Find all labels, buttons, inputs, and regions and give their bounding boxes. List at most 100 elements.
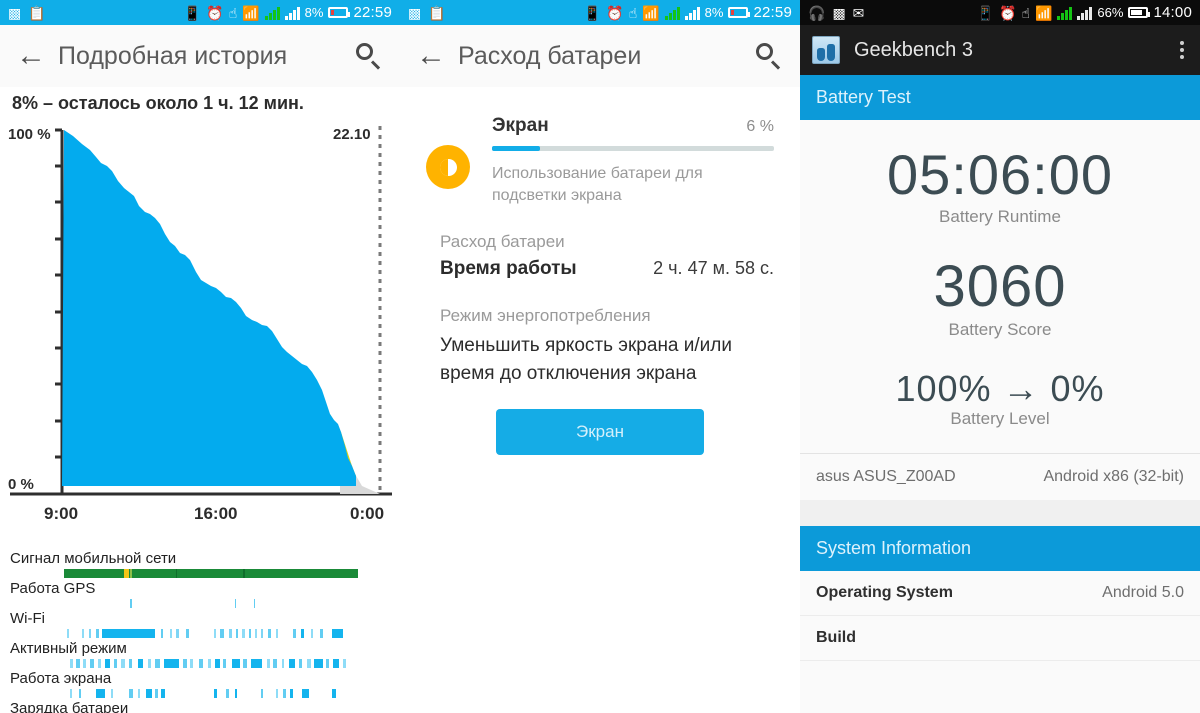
- usage-progress-bar: [492, 146, 774, 151]
- touch-icon: ☝: [628, 4, 638, 21]
- alarm-icon: ⏰: [606, 4, 624, 21]
- seg: [130, 569, 132, 578]
- system-info-row: Operating System Android 5.0: [800, 571, 1200, 617]
- chart-battery-area: [62, 130, 356, 486]
- action-button-row: Экран: [400, 387, 800, 456]
- usage-description: Использование батареи для подсветки экра…: [492, 165, 703, 204]
- battery-chart-svg: 100 % 0 % 22.10: [8, 126, 392, 496]
- device-info-row: asus ASUS_Z00AD Android x86 (32-bit): [800, 454, 1200, 501]
- seg: [64, 569, 358, 578]
- panel-battery-history: ▩ 📋 📱 ⏰ ☝ 📶 8% 22:59 ← Подробная история…: [0, 0, 400, 713]
- search-icon[interactable]: [354, 41, 384, 71]
- status-bar-left: ▩ 📋 📱 ⏰ ☝ 📶 8% 22:59: [0, 0, 400, 25]
- geekbench-icon: [812, 36, 840, 64]
- app-bar-geekbench: Geekbench 3: [800, 25, 1200, 75]
- vibrate-icon: 📱: [976, 4, 995, 21]
- mail-icon: ✉: [852, 4, 865, 21]
- signal-sim1-icon: [264, 6, 280, 20]
- inbox-icon: ▩: [408, 4, 422, 21]
- activity-timeline: Сигнал мобильной сети Работа GPS Wi-Fi А…: [0, 550, 400, 713]
- battery-icon: [728, 7, 751, 18]
- seg: [175, 569, 177, 578]
- battery-percent-label: 8%: [304, 5, 324, 20]
- wifi-icon: 📶: [642, 4, 660, 21]
- seg: [234, 599, 236, 608]
- status-bar-left-icons: ▩ 📋: [408, 6, 446, 20]
- row-track: [64, 659, 358, 668]
- inbox-icon: ▩: [8, 4, 22, 21]
- runtime-row: Время работы 2 ч. 47 м. 58 с.: [400, 252, 800, 280]
- status-clock: 22:59: [353, 4, 392, 21]
- page-title: Расход батареи: [458, 41, 642, 70]
- signal-sim1-icon: [1057, 6, 1073, 20]
- vibrate-icon: 📱: [583, 4, 602, 21]
- row-label: Сигнал мобильной сети: [10, 550, 177, 567]
- row-label: Работа GPS: [10, 580, 96, 597]
- results-gap: [800, 340, 1200, 370]
- chart-x-tick-labels: 9:00 16:00 0:00: [0, 504, 400, 550]
- touch-icon: ☝: [228, 4, 238, 21]
- row-gps: Работа GPS: [0, 580, 400, 610]
- alarm-icon: ⏰: [999, 4, 1017, 21]
- row-label: Зарядка батареи: [10, 700, 129, 713]
- system-info-row: Build: [800, 616, 1200, 662]
- x-tick-0000: 0:00: [350, 504, 385, 523]
- status-bar-right-icons: 📱 ⏰ ☝ 📶 8% 22:59: [584, 4, 792, 21]
- results-gap: [800, 227, 1200, 257]
- headphones-icon: 🎧: [808, 4, 826, 21]
- status-clock: 14:00: [1153, 4, 1192, 21]
- app-bar-mid: ← Расход батареи: [400, 25, 800, 87]
- row-label: Активный режим: [10, 640, 127, 657]
- inbox-icon: ▩: [832, 4, 846, 21]
- battery-percent-label: 8%: [704, 5, 724, 20]
- battery-score-caption: Battery Score: [948, 319, 1052, 339]
- status-bar-right: 🎧 ▩ ✉ 📱 ⏰ ☝ 📶 66% 14:00: [800, 0, 1200, 25]
- section-spacer: [800, 500, 1200, 527]
- consumption-section-label: Расход батареи: [440, 232, 565, 252]
- battery-summary-text: 8% – осталось около 1 ч. 12 мин.: [12, 93, 304, 113]
- usage-progress-fill: [492, 146, 540, 151]
- chart-date-label: 22.10: [333, 126, 371, 143]
- status-bar-mid: ▩ 📋 📱 ⏰ ☝ 📶 8% 22:59: [400, 0, 800, 25]
- seg: [243, 569, 245, 578]
- row-mobile-signal: Сигнал мобильной сети: [0, 550, 400, 580]
- clipboard-check-icon: 📋: [428, 4, 446, 21]
- row-key: Build: [816, 629, 856, 647]
- screen-usage-block: Экран 6 % Использование батареи для подс…: [400, 87, 800, 206]
- page-title: Подробная история: [58, 41, 288, 70]
- runtime-value: 2 ч. 47 м. 58 с.: [653, 258, 774, 279]
- seg: [253, 599, 256, 608]
- seg: [124, 569, 129, 578]
- signal-sim2-icon: [1077, 6, 1093, 20]
- battery-level-caption: Battery Level: [950, 409, 1050, 429]
- vibrate-icon: 📱: [183, 4, 202, 21]
- status-clock: 22:59: [753, 4, 792, 21]
- runtime-key: Время работы: [440, 258, 577, 280]
- search-icon[interactable]: [754, 41, 784, 71]
- battery-score-value: 3060: [933, 253, 1067, 319]
- battery-runtime-caption: Battery Runtime: [939, 206, 1061, 226]
- back-arrow-icon[interactable]: ←: [16, 41, 50, 71]
- row-awake: Активный режим: [0, 640, 400, 670]
- more-vert-icon[interactable]: [1176, 37, 1188, 63]
- screen-settings-button[interactable]: Экран: [496, 409, 704, 456]
- row-charging: Зарядка батареи: [0, 700, 400, 713]
- battery-usage-body: Экран 6 % Использование батареи для подс…: [400, 87, 800, 456]
- panel-battery-usage: ▩ 📋 📱 ⏰ ☝ 📶 8% 22:59 ← Расход батареи Эк…: [400, 0, 800, 713]
- row-label: Wi-Fi: [10, 610, 45, 627]
- battery-history-chart: 100 % 0 % 22.10: [0, 114, 400, 514]
- usage-header: Экран 6 %: [492, 115, 774, 137]
- battery-icon: [328, 7, 351, 18]
- row-key: Operating System: [816, 584, 953, 602]
- battery-level-value: 100% → 0%: [895, 367, 1105, 409]
- battery-icon: [1128, 7, 1151, 18]
- section-system-information: System Information: [800, 526, 1200, 572]
- back-arrow-icon[interactable]: ←: [416, 41, 450, 71]
- usage-percent: 6 %: [746, 118, 774, 135]
- row-track: [64, 629, 358, 638]
- device-model: asus ASUS_Z00AD: [816, 468, 956, 486]
- alarm-icon: ⏰: [206, 4, 224, 21]
- status-bar-right-icons: 📱 ⏰ ☝ 📶 66% 14:00: [977, 4, 1192, 21]
- seg: [130, 599, 132, 608]
- battery-runtime-value: 05:06:00: [887, 143, 1113, 206]
